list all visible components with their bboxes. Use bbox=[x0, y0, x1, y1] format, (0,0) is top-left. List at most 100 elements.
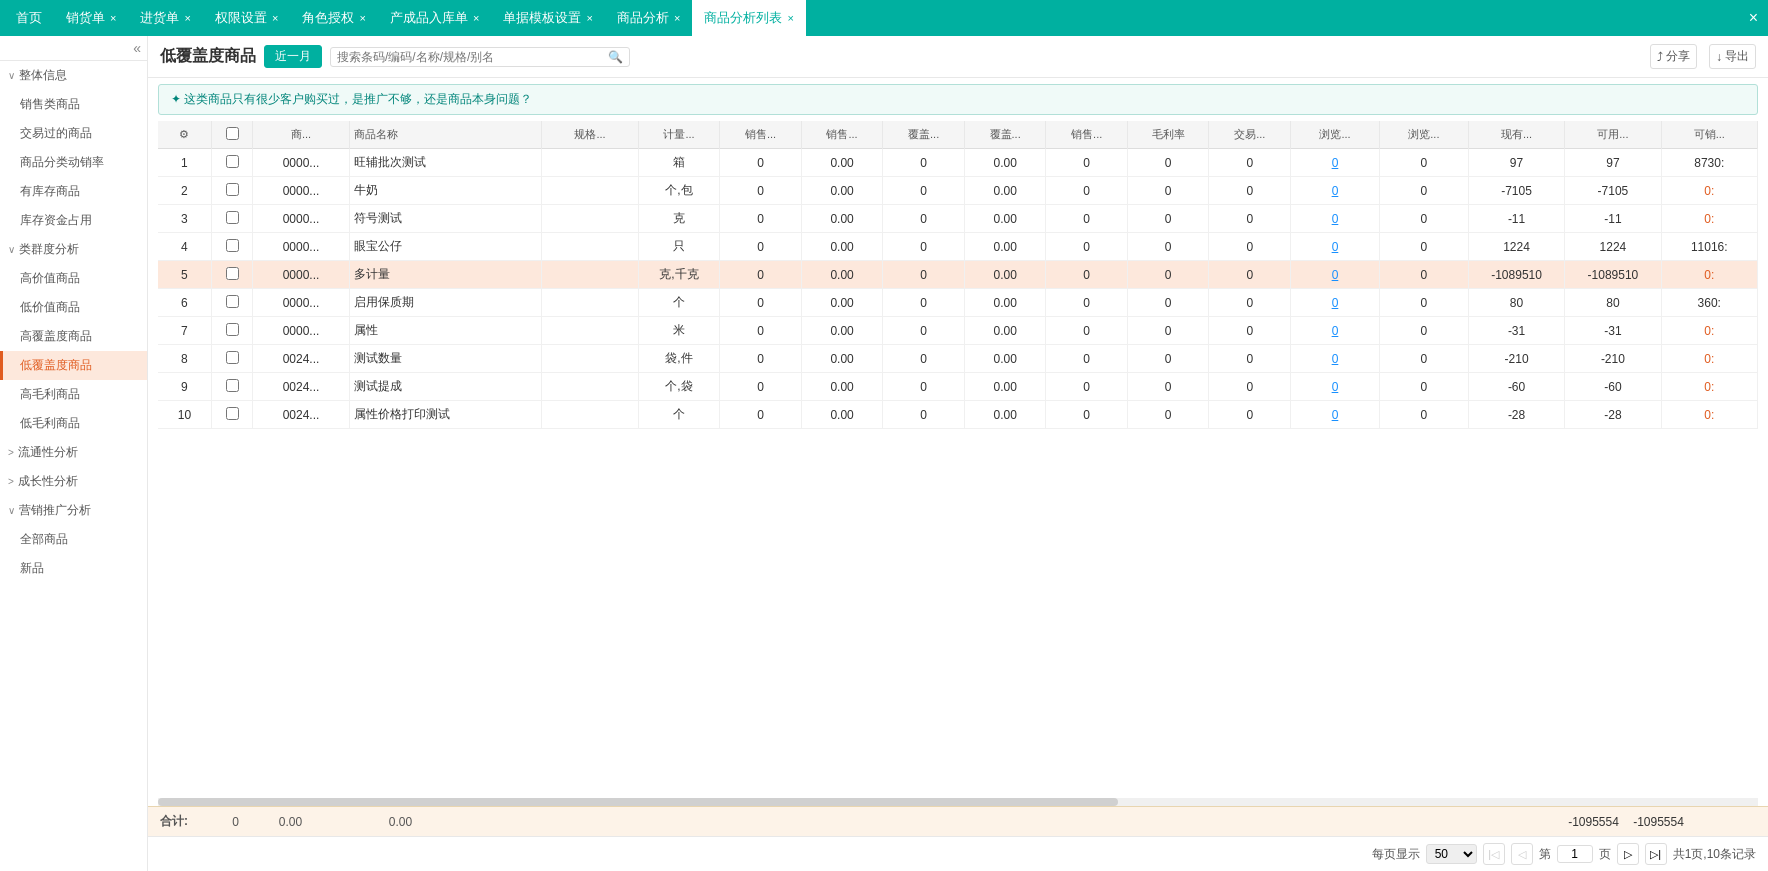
nav-tab-close-icon[interactable]: × bbox=[784, 12, 793, 24]
next-page-btn[interactable]: ▷ bbox=[1617, 843, 1639, 865]
nav-tab-权限设置[interactable]: 权限设置 × bbox=[203, 0, 290, 36]
sidebar-item-有库存商品[interactable]: 有库存商品 bbox=[0, 177, 147, 206]
th-browse2[interactable]: 浏览... bbox=[1379, 121, 1468, 149]
nav-tab-产成品入库单[interactable]: 产成品入库单 × bbox=[378, 0, 491, 36]
th-unit[interactable]: 计量... bbox=[638, 121, 720, 149]
nav-tab-close-icon[interactable]: × bbox=[671, 12, 680, 24]
th-browse1[interactable]: 浏览... bbox=[1291, 121, 1380, 149]
th-trans[interactable]: 交易... bbox=[1209, 121, 1291, 149]
cell-browse1[interactable]: 0 bbox=[1291, 149, 1380, 177]
table-container[interactable]: ⚙ 商... 商品名称 规格... 计量... 销售... 销售... 覆盖..… bbox=[158, 121, 1758, 798]
th-spec[interactable]: 规格... bbox=[542, 121, 638, 149]
browse1-link[interactable]: 0 bbox=[1332, 268, 1339, 282]
cell-check[interactable] bbox=[211, 177, 253, 205]
row-checkbox[interactable] bbox=[226, 407, 239, 420]
cell-browse1[interactable]: 0 bbox=[1291, 373, 1380, 401]
row-checkbox[interactable] bbox=[226, 323, 239, 336]
nav-tab-close-icon[interactable]: × bbox=[470, 12, 479, 24]
row-checkbox[interactable] bbox=[226, 267, 239, 280]
nav-tab-销货单[interactable]: 销货单 × bbox=[54, 0, 128, 36]
th-sales-amt[interactable]: 销售... bbox=[801, 121, 883, 149]
row-checkbox[interactable] bbox=[226, 239, 239, 252]
prev-page-btn[interactable]: ◁ bbox=[1511, 843, 1533, 865]
row-checkbox[interactable] bbox=[226, 351, 239, 364]
page-input[interactable] bbox=[1557, 845, 1593, 863]
sidebar-item-全部商品[interactable]: 全部商品 bbox=[0, 525, 147, 554]
th-sales3[interactable]: 销售... bbox=[1046, 121, 1128, 149]
sidebar-collapse-btn[interactable]: « bbox=[133, 40, 141, 56]
th-exist[interactable]: 现有... bbox=[1468, 121, 1564, 149]
cell-browse1[interactable]: 0 bbox=[1291, 345, 1380, 373]
sidebar-section-营销推广分析[interactable]: ∨营销推广分析 bbox=[0, 496, 147, 525]
nav-tab-角色授权[interactable]: 角色授权 × bbox=[290, 0, 377, 36]
sidebar-item-新品[interactable]: 新品 bbox=[0, 554, 147, 583]
sidebar-item-低毛利商品[interactable]: 低毛利商品 bbox=[0, 409, 147, 438]
last-page-btn[interactable]: ▷| bbox=[1645, 843, 1667, 865]
sidebar-item-低覆盖度商品[interactable]: 低覆盖度商品 bbox=[0, 351, 147, 380]
sidebar-item-高覆盖度商品[interactable]: 高覆盖度商品 bbox=[0, 322, 147, 351]
sidebar-item-交易过的商品[interactable]: 交易过的商品 bbox=[0, 119, 147, 148]
select-all-checkbox[interactable] bbox=[226, 127, 239, 140]
cell-check[interactable] bbox=[211, 401, 253, 429]
th-sellable[interactable]: 可销... bbox=[1661, 121, 1757, 149]
cell-browse1[interactable]: 0 bbox=[1291, 261, 1380, 289]
browse1-link[interactable]: 0 bbox=[1332, 156, 1339, 170]
cell-check[interactable] bbox=[211, 205, 253, 233]
sidebar-item-低价值商品[interactable]: 低价值商品 bbox=[0, 293, 147, 322]
export-btn[interactable]: ↓ 导出 bbox=[1709, 44, 1756, 69]
th-cov1[interactable]: 覆盖... bbox=[883, 121, 965, 149]
nav-tab-close-icon[interactable]: × bbox=[356, 12, 365, 24]
nav-tab-close-icon[interactable]: × bbox=[107, 12, 116, 24]
cell-browse1[interactable]: 0 bbox=[1291, 401, 1380, 429]
th-idx[interactable]: ⚙ bbox=[158, 121, 211, 149]
th-code[interactable]: 商... bbox=[253, 121, 349, 149]
th-cov2[interactable]: 覆盖... bbox=[964, 121, 1046, 149]
sidebar-section-类群度分析[interactable]: ∨类群度分析 bbox=[0, 235, 147, 264]
sidebar-item-高价值商品[interactable]: 高价值商品 bbox=[0, 264, 147, 293]
nav-tab-商品分析[interactable]: 商品分析 × bbox=[605, 0, 692, 36]
nav-tab-商品分析列表[interactable]: 商品分析列表 × bbox=[692, 0, 805, 36]
nav-tab-close-icon[interactable]: × bbox=[583, 12, 592, 24]
cell-check[interactable] bbox=[211, 345, 253, 373]
first-page-btn[interactable]: |◁ bbox=[1483, 843, 1505, 865]
th-avail[interactable]: 可用... bbox=[1565, 121, 1661, 149]
nav-tab-close-icon[interactable]: × bbox=[181, 12, 190, 24]
browse1-link[interactable]: 0 bbox=[1332, 212, 1339, 226]
nav-tab-单据模板设置[interactable]: 单据模板设置 × bbox=[491, 0, 604, 36]
time-filter-近一月[interactable]: 近一月 bbox=[264, 45, 322, 68]
browse1-link[interactable]: 0 bbox=[1332, 184, 1339, 198]
th-sales-cnt[interactable]: 销售... bbox=[720, 121, 802, 149]
th-gross[interactable]: 毛利率 bbox=[1127, 121, 1209, 149]
cell-browse1[interactable]: 0 bbox=[1291, 317, 1380, 345]
cell-browse1[interactable]: 0 bbox=[1291, 289, 1380, 317]
sidebar-item-商品分类动销率[interactable]: 商品分类动销率 bbox=[0, 148, 147, 177]
cell-check[interactable] bbox=[211, 373, 253, 401]
th-check[interactable] bbox=[211, 121, 253, 149]
nav-tab-close-icon[interactable]: × bbox=[269, 12, 278, 24]
browse1-link[interactable]: 0 bbox=[1332, 352, 1339, 366]
browse1-link[interactable]: 0 bbox=[1332, 380, 1339, 394]
horizontal-scrollbar[interactable] bbox=[158, 798, 1758, 806]
page-size-select[interactable]: 50 100 bbox=[1426, 844, 1477, 864]
cell-browse1[interactable]: 0 bbox=[1291, 205, 1380, 233]
settings-icon[interactable]: ⚙ bbox=[179, 128, 189, 140]
sidebar-section-流通性分析[interactable]: >流通性分析 bbox=[0, 438, 147, 467]
share-btn[interactable]: ⤴ 分享 bbox=[1650, 44, 1697, 69]
search-icon[interactable]: 🔍 bbox=[608, 50, 623, 64]
sidebar-section-整体信息[interactable]: ∨整体信息 bbox=[0, 61, 147, 90]
sidebar-item-高毛利商品[interactable]: 高毛利商品 bbox=[0, 380, 147, 409]
cell-check[interactable] bbox=[211, 289, 253, 317]
close-window-btn[interactable]: × bbox=[1749, 9, 1758, 27]
cell-check[interactable] bbox=[211, 317, 253, 345]
row-checkbox[interactable] bbox=[226, 211, 239, 224]
sidebar-item-销售类商品[interactable]: 销售类商品 bbox=[0, 90, 147, 119]
browse1-link[interactable]: 0 bbox=[1332, 296, 1339, 310]
browse1-link[interactable]: 0 bbox=[1332, 408, 1339, 422]
row-checkbox[interactable] bbox=[226, 155, 239, 168]
nav-tab-首页[interactable]: 首页 bbox=[4, 0, 54, 36]
row-checkbox[interactable] bbox=[226, 295, 239, 308]
browse1-link[interactable]: 0 bbox=[1332, 324, 1339, 338]
row-checkbox[interactable] bbox=[226, 379, 239, 392]
cell-browse1[interactable]: 0 bbox=[1291, 233, 1380, 261]
th-name[interactable]: 商品名称 bbox=[349, 121, 542, 149]
